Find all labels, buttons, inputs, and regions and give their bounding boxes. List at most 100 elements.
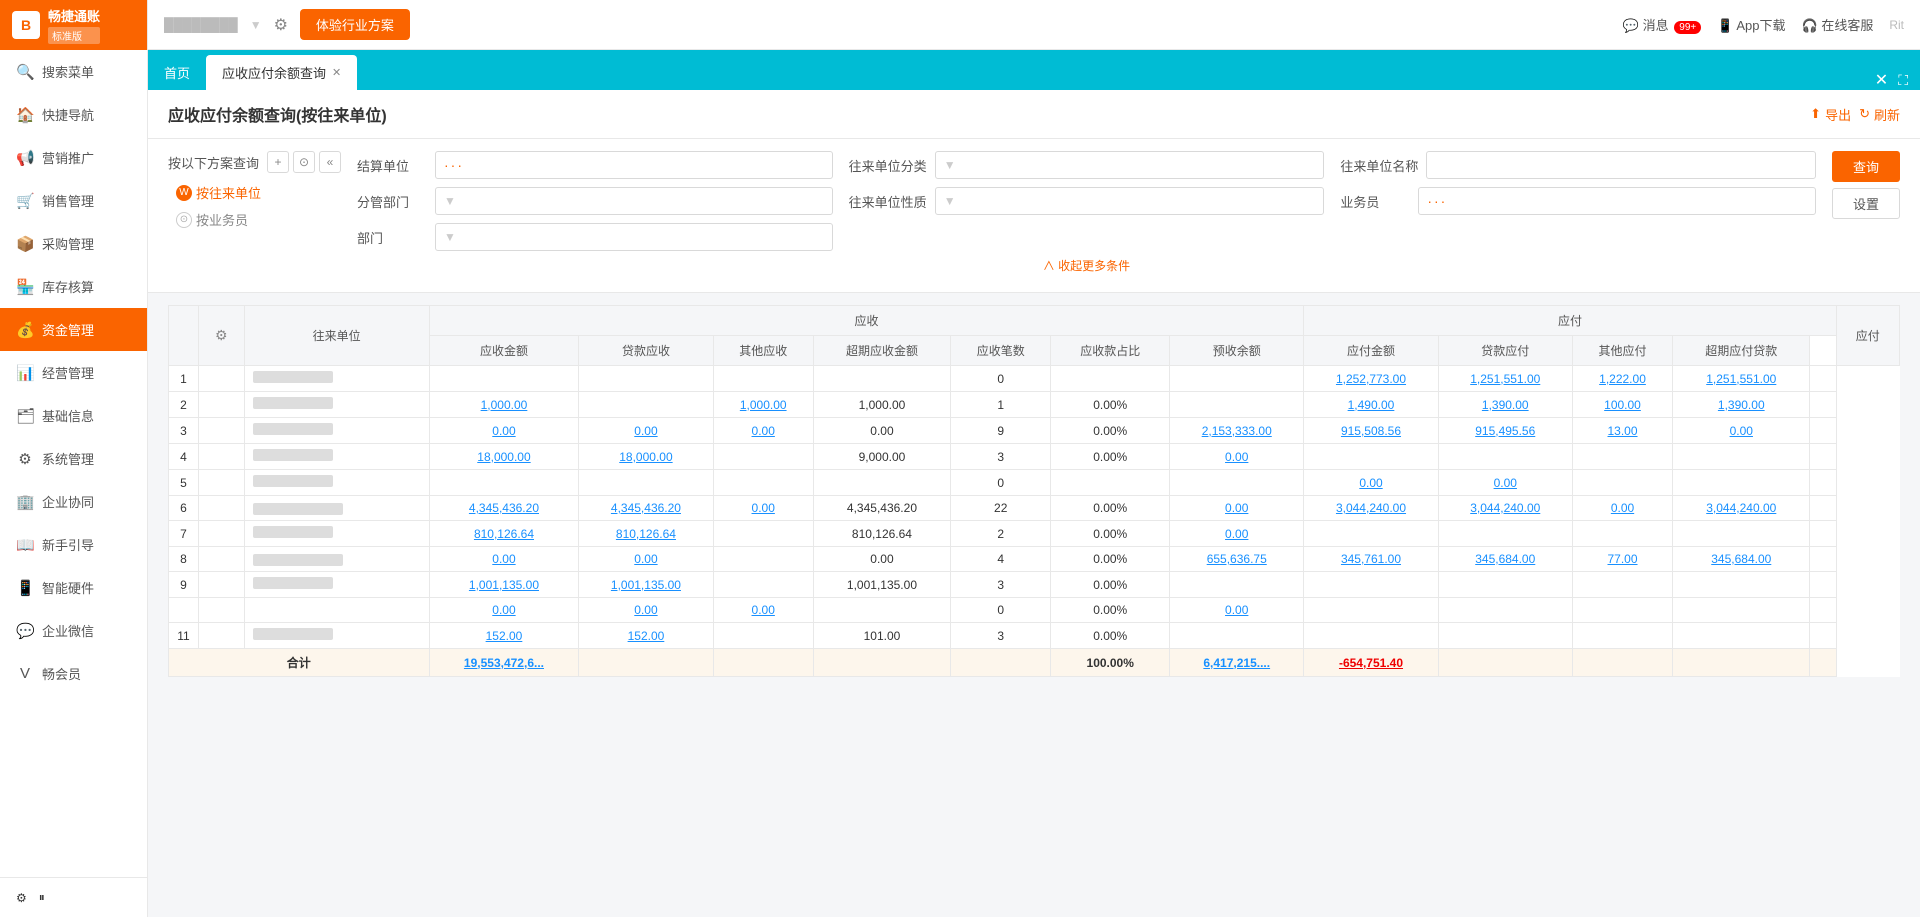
sidebar-item-wechat[interactable]: 💬企业微信	[0, 609, 147, 652]
sidebar-item-sales[interactable]: 🛒销售管理	[0, 179, 147, 222]
partner-cell	[244, 623, 429, 649]
collapse-icon[interactable]: ⏸	[39, 890, 45, 905]
th-receivable-group: 应收	[429, 306, 1304, 336]
export-label: 导出	[1825, 105, 1851, 124]
tab-close-window-icon[interactable]: ✕	[1875, 70, 1888, 90]
online-service-item[interactable]: 🎧 在线客服	[1802, 15, 1874, 34]
solution-button[interactable]: 体验行业方案	[300, 9, 410, 40]
export-button[interactable]: ⬆ 导出	[1810, 105, 1851, 124]
total-ap-amount[interactable]: -654,751.40	[1304, 649, 1438, 677]
filter-collapse[interactable]: ∧ 收起更多条件	[357, 251, 1816, 280]
total-ar-amount[interactable]: 19,553,472,6...	[429, 649, 579, 677]
th-ap-extra: 应付	[1836, 306, 1899, 366]
settlement-input[interactable]: ···	[435, 151, 833, 179]
filter-option-salesman[interactable]: ⊙ 按业务员	[168, 208, 341, 231]
query-button[interactable]: 查询	[1832, 151, 1900, 182]
sidebar-item-operations[interactable]: 📊经营管理	[0, 351, 147, 394]
logo-badge: 标准版	[48, 27, 100, 44]
refresh-label: 刷新	[1874, 105, 1900, 124]
refresh-icon: ↻	[1859, 106, 1870, 122]
sidebar-item-hardware[interactable]: 📱智能硬件	[0, 566, 147, 609]
filter-unit-name: 往来单位名称	[1340, 151, 1816, 179]
settlement-label: 结算单位	[357, 156, 427, 175]
table-row: 11152.00152.00101.0030.00%	[169, 623, 1900, 649]
data-table: ⚙ 往来单位 应收 应付 应付 应收金额 贷款应收 其他应收 超期应收金额 应收…	[168, 305, 1900, 677]
sidebar-item-inventory[interactable]: 🏪库存核算	[0, 265, 147, 308]
sidebar-item-purchase[interactable]: 📦采购管理	[0, 222, 147, 265]
th-ar-amount: 应收金额	[429, 336, 579, 366]
sidebar-item-guide[interactable]: 📖新手引导	[0, 523, 147, 566]
user-area[interactable]: Rit	[1889, 18, 1904, 32]
topnav-gear-icon[interactable]: ⚙	[274, 15, 288, 35]
sidebar-item-quicknav[interactable]: 🏠快捷导航	[0, 93, 147, 136]
total-ar-prepay[interactable]: 6,417,215....	[1170, 649, 1304, 677]
set-button[interactable]: 设置	[1832, 188, 1900, 219]
settings-icon[interactable]: ⚙	[16, 891, 27, 905]
app-download-item[interactable]: 📱 App下载	[1717, 15, 1785, 34]
sidebar-menu: 🔍搜索菜单🏠快捷导航📢营销推广🛒销售管理📦采购管理🏪库存核算💰资金管理📊经营管理…	[0, 50, 147, 877]
unit-nature-arrow: ▼	[944, 194, 956, 208]
sidebar-label-system: 系统管理	[42, 449, 94, 468]
sidebar-item-enterprise[interactable]: 🏢企业协同	[0, 480, 147, 523]
tab-close-icon[interactable]: ✕	[332, 66, 341, 79]
sidebar-label-hardware: 智能硬件	[42, 578, 94, 597]
table-row: 64,345,436.204,345,436.200.004,345,436.2…	[169, 496, 1900, 521]
message-item[interactable]: 💬 消息 99+	[1623, 15, 1701, 34]
unit-name-input[interactable]	[1426, 151, 1816, 179]
partner-cell	[244, 418, 429, 444]
main: ████████ ▼ ⚙ 体验行业方案 💬 消息 99+ 📱 App下载 🎧 在…	[148, 0, 1920, 917]
th-settings[interactable]: ⚙	[199, 306, 245, 366]
filter-unit-category: 往来单位分类 ▼	[849, 151, 1325, 179]
sidebar-icon-search: 🔍	[16, 63, 34, 81]
logo: B 畅捷通账 标准版	[0, 0, 147, 50]
topnav: ████████ ▼ ⚙ 体验行业方案 💬 消息 99+ 📱 App下载 🎧 在…	[148, 0, 1920, 50]
sidebar-icon-system: ⚙	[16, 450, 34, 468]
th-ap-loan: 贷款应付	[1438, 336, 1572, 366]
tab-query[interactable]: 应收应付余额查询 ✕	[206, 55, 357, 90]
dept-input[interactable]: ▼	[435, 223, 833, 251]
sidebar-label-operations: 经营管理	[42, 363, 94, 382]
unit-category-input[interactable]: ▼	[935, 151, 1325, 179]
tab-home[interactable]: 首页	[148, 55, 206, 90]
sidebar-icon-wechat: 💬	[16, 622, 34, 640]
table-row: 91,001,135.001,001,135.001,001,135.0030.…	[169, 572, 1900, 598]
sidebar-item-member[interactable]: V畅会员	[0, 652, 147, 695]
sidebar-label-inventory: 库存核算	[42, 277, 94, 296]
user-name: Rit	[1889, 18, 1904, 32]
sidebar-item-marketing[interactable]: 📢营销推广	[0, 136, 147, 179]
sidebar-item-finance[interactable]: 💰资金管理	[0, 308, 147, 351]
sidebar-footer[interactable]: ⚙ ⏸	[0, 877, 147, 917]
table-settings-icon[interactable]: ⚙	[215, 327, 228, 343]
dept-managed-input[interactable]: ▼	[435, 187, 833, 215]
sidebar-icon-member: V	[16, 665, 34, 682]
filter-settings-button[interactable]: ⊙	[293, 151, 315, 173]
collapse-text: 收起更多条件	[1058, 259, 1130, 273]
filter-icon-group: + ⊙ «	[267, 151, 341, 173]
export-icon: ⬆	[1810, 106, 1821, 122]
filter-grid: 结算单位 ··· 往来单位分类 ▼ 往来单位名称	[357, 151, 1816, 251]
tab-fullscreen-icon[interactable]: ⛶	[1898, 72, 1908, 89]
filter-buttons: 查询 设置	[1832, 151, 1900, 219]
sidebar-icon-marketing: 📢	[16, 149, 34, 167]
salesman-input[interactable]: ···	[1418, 187, 1816, 215]
filter-add-button[interactable]: +	[267, 151, 289, 173]
sidebar-icon-purchase: 📦	[16, 235, 34, 253]
th-ap-overdue: 超期应付贷款	[1673, 336, 1810, 366]
sidebar-item-search[interactable]: 🔍搜索菜单	[0, 50, 147, 93]
sidebar-item-system[interactable]: ⚙ 系统管理	[0, 437, 147, 480]
sidebar-item-basic[interactable]: 🗂基础信息	[0, 394, 147, 437]
refresh-button[interactable]: ↻ 刷新	[1859, 105, 1900, 124]
unit-nature-input[interactable]: ▼	[935, 187, 1325, 215]
sidebar-icon-quicknav: 🏠	[16, 106, 34, 124]
salesman-label: 业务员	[1340, 192, 1410, 211]
content-header: 应收应付余额查询(按往来单位) ⬆ 导出 ↻ 刷新	[148, 90, 1920, 139]
logo-name: 畅捷通账	[48, 6, 100, 25]
total-label: 合计	[169, 649, 430, 677]
sidebar-icon-guide: 📖	[16, 536, 34, 554]
table-row: 80.000.000.0040.00%655,636.75345,761.003…	[169, 547, 1900, 572]
tabbar: 首页 应收应付余额查询 ✕ ✕ ⛶	[148, 50, 1920, 90]
filter-option-unit[interactable]: W 按往来单位	[168, 181, 341, 204]
total-ap-overdue	[1673, 649, 1810, 677]
total-ar-loan	[579, 649, 713, 677]
filter-collapse-button[interactable]: «	[319, 151, 341, 173]
